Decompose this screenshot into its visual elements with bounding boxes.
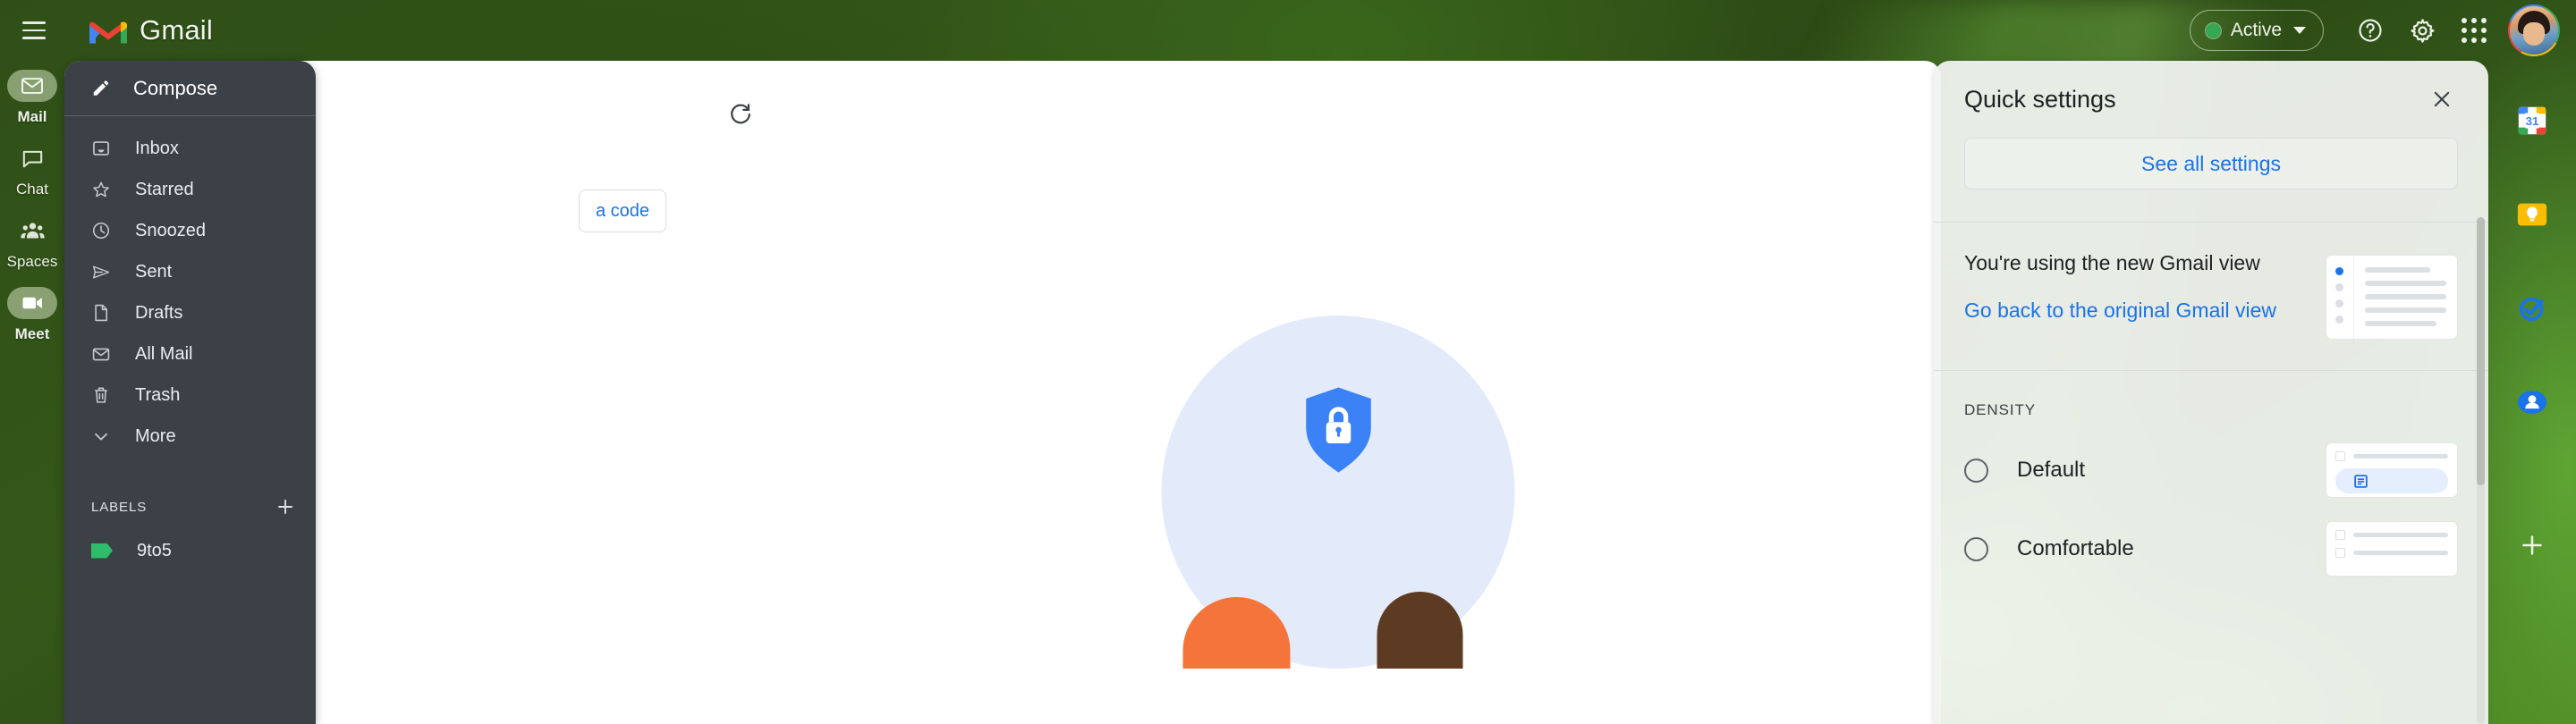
nav-item-inbox[interactable]: Inbox (64, 128, 316, 169)
quick-settings-panel: Quick settings See all settings You're u… (1934, 61, 2488, 724)
gmail-view-preview (2326, 255, 2458, 340)
close-x-icon[interactable] (2422, 80, 2462, 119)
compose-label: Compose (133, 76, 218, 99)
nav-item-all-mail[interactable]: All Mail (64, 333, 316, 375)
rail-item-spaces[interactable]: Spaces (0, 215, 64, 271)
see-all-settings-label: See all settings (2141, 151, 2281, 175)
drawer-nav-list: Inbox Starred Snoozed Sent Drafts All Ma… (64, 116, 316, 457)
people-group-icon (7, 215, 57, 247)
radio-comfortable[interactable] (1964, 536, 1988, 561)
brand-title: Gmail (140, 14, 213, 46)
nav-label-sent: Sent (135, 261, 173, 282)
help-circle-icon[interactable] (2345, 5, 2395, 55)
quick-settings-title: Quick settings (1964, 85, 2116, 113)
nav-item-starred[interactable]: Starred (64, 169, 316, 210)
density-preview-default (2326, 442, 2458, 498)
google-tasks-icon[interactable] (2506, 282, 2558, 334)
document-icon (91, 303, 111, 323)
rail-item-chat[interactable]: Chat (0, 142, 64, 198)
trash-icon (91, 385, 111, 405)
radio-default[interactable] (1964, 458, 1988, 483)
google-keep-icon[interactable] (2506, 189, 2558, 240)
nav-label-all-mail: All Mail (135, 343, 193, 364)
labels-header: LABELS (64, 489, 316, 525)
nav-item-sent[interactable]: Sent (64, 251, 316, 292)
nav-item-snoozed[interactable]: Snoozed (64, 210, 316, 251)
nav-item-more[interactable]: More (64, 416, 316, 457)
google-calendar-icon[interactable]: 31 (2506, 95, 2558, 147)
video-camera-icon (7, 287, 57, 319)
hamburger-menu-icon[interactable] (13, 9, 55, 52)
gmail-view-section: You're using the new Gmail view Go back … (1934, 223, 2488, 340)
refresh-icon[interactable] (719, 93, 762, 136)
chevron-down-icon (91, 426, 111, 446)
rail-label-meet: Meet (14, 325, 50, 342)
go-back-original-view-link[interactable]: Go back to the original Gmail view (1964, 297, 2326, 324)
compose-button[interactable]: Compose (64, 61, 316, 116)
add-app-plus-icon[interactable] (2509, 522, 2555, 568)
google-apps-grid-icon[interactable] (2449, 5, 2499, 55)
see-all-settings-button[interactable]: See all settings (1964, 138, 2458, 189)
density-label-comfortable: Comfortable (2017, 536, 2134, 560)
rail-item-mail[interactable]: Mail (0, 70, 64, 126)
label-item-9to5[interactable]: 9to5 (64, 535, 316, 566)
status-dot-icon (2205, 22, 2221, 38)
plus-icon[interactable] (273, 494, 298, 519)
nav-label-drafts: Drafts (135, 302, 183, 323)
rail-label-spaces: Spaces (6, 253, 58, 270)
google-contacts-icon[interactable] (2506, 376, 2558, 428)
gmail-logo-icon (89, 21, 127, 43)
labels-title: LABELS (91, 499, 148, 515)
inbox-icon (91, 139, 111, 158)
density-section-title: DENSITY (1964, 401, 2036, 418)
mail-stack-icon (91, 344, 111, 364)
svg-text:31: 31 (2526, 114, 2539, 128)
density-preview-comfortable (2326, 521, 2458, 577)
top-bar-actions: Active (2189, 4, 2576, 56)
nav-label-trash: Trash (135, 384, 181, 405)
security-shield-illustration (1161, 316, 1515, 669)
app-nav-rail: Mail Chat Spaces Meet (0, 61, 64, 724)
gmail-view-note: You're using the new Gmail view (1964, 251, 2260, 274)
navigation-drawer: Compose Inbox Starred Snoozed Sent Draft… (64, 61, 316, 724)
shield-lock-icon (1305, 387, 1371, 473)
top-bar: Gmail Active (0, 0, 2576, 61)
nav-label-more: More (135, 425, 176, 446)
clock-icon (91, 221, 111, 240)
rail-label-chat: Chat (16, 181, 48, 198)
status-chip[interactable]: Active (2189, 10, 2324, 51)
pencil-icon (91, 79, 111, 98)
density-label-default: Default (2017, 458, 2086, 482)
send-arrow-icon (91, 262, 111, 282)
side-app-strip: 31 (2488, 61, 2576, 724)
envelope-icon (7, 70, 57, 102)
chat-bubble-icon (7, 142, 57, 174)
nav-item-drafts[interactable]: Drafts (64, 292, 316, 333)
label-color-chip (91, 543, 113, 559)
nav-label-snoozed: Snoozed (135, 220, 206, 240)
chevron-down-icon (2293, 27, 2306, 34)
nav-label-inbox: Inbox (135, 138, 179, 158)
star-icon (91, 180, 111, 199)
message-reading-pane (735, 61, 1941, 724)
nav-item-trash[interactable]: Trash (64, 375, 316, 416)
avatar[interactable] (2508, 4, 2560, 56)
code-button[interactable]: a code (579, 189, 667, 232)
label-name: 9to5 (137, 540, 172, 560)
rail-item-meet[interactable]: Meet (0, 287, 64, 343)
gmail-brand[interactable]: Gmail (88, 14, 213, 46)
rail-label-mail: Mail (17, 108, 47, 125)
density-option-default[interactable]: Default (1934, 419, 2488, 498)
density-option-comfortable[interactable]: Comfortable (1934, 498, 2488, 577)
list-lines-icon (2354, 474, 2368, 488)
scrollbar-thumb[interactable] (2477, 217, 2485, 485)
gear-icon[interactable] (2397, 5, 2447, 55)
code-button-label: a code (596, 200, 650, 221)
quick-settings-header: Quick settings (1934, 61, 2488, 138)
quick-settings-scrollbar[interactable] (2477, 217, 2485, 724)
nav-label-starred: Starred (135, 179, 194, 199)
status-label: Active (2230, 20, 2282, 40)
